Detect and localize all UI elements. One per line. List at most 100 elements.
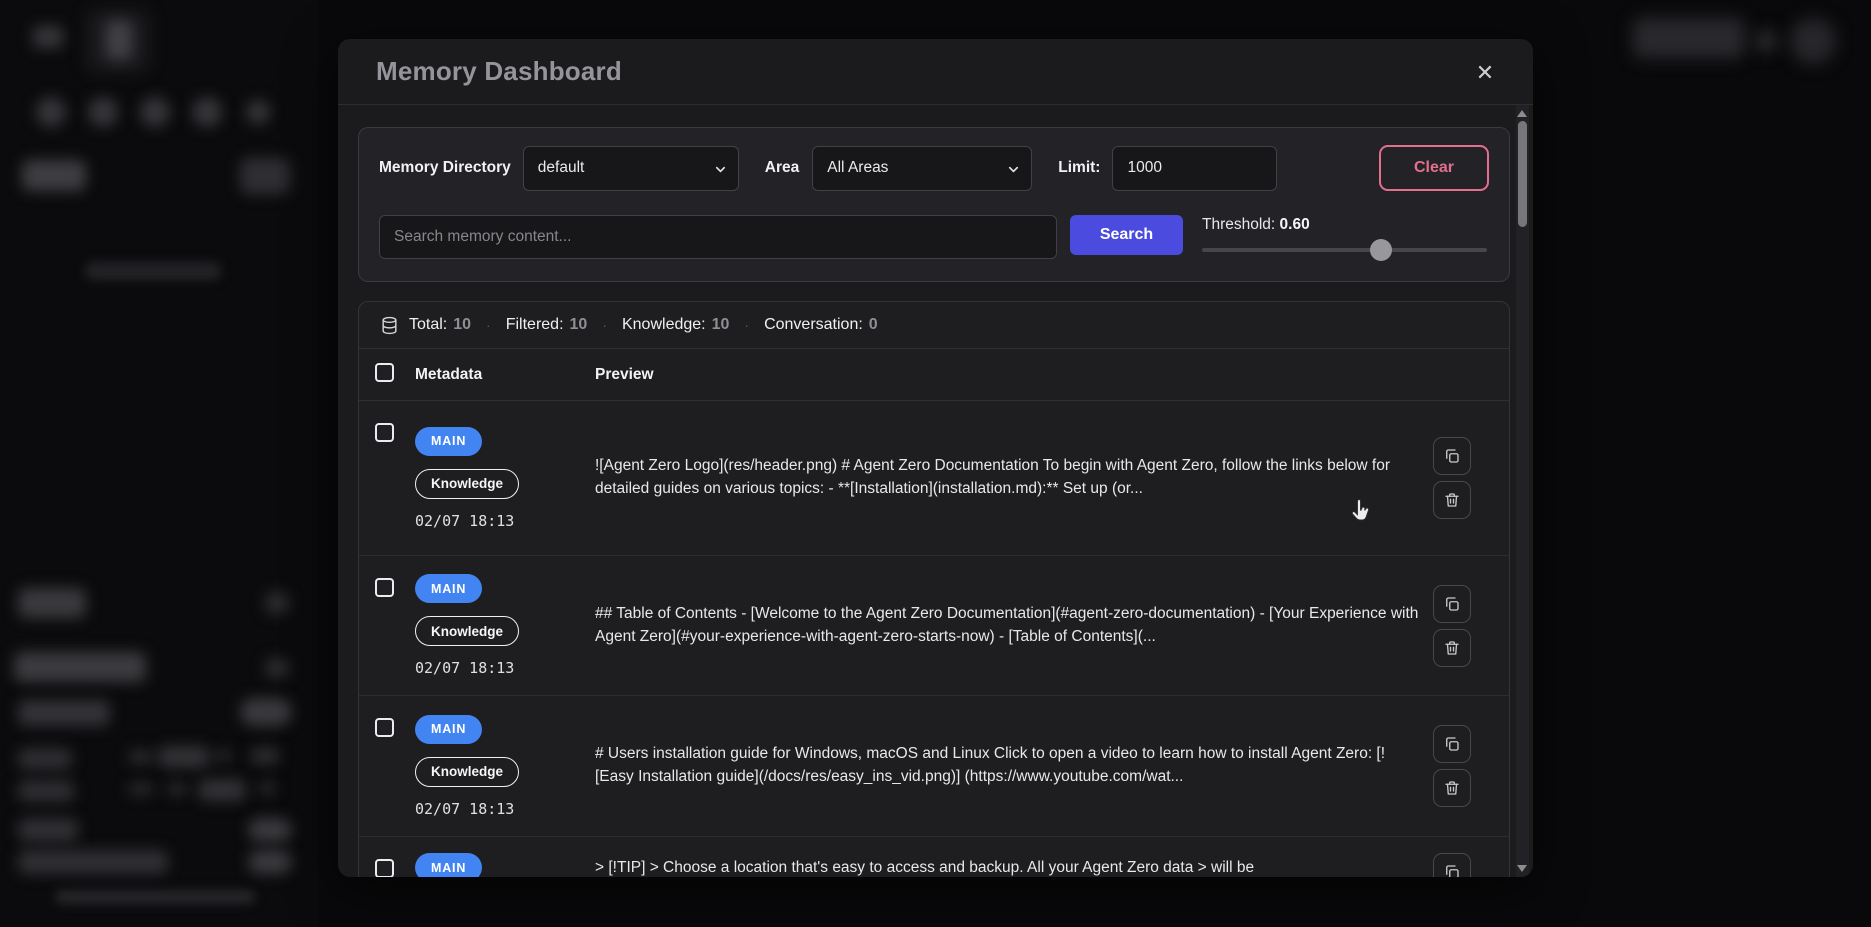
select-all-checkbox[interactable]: [375, 362, 394, 382]
database-icon: [380, 316, 399, 335]
row-checkbox[interactable]: [375, 718, 394, 737]
row-checkbox[interactable]: [375, 578, 394, 597]
total-label: Total:: [409, 316, 448, 333]
stat-separator: ·: [486, 317, 491, 333]
preferences-heading: [14, 652, 146, 682]
filter-row: Memory Directory default Area All Areas …: [379, 145, 1489, 191]
threshold-slider-thumb[interactable]: [1370, 239, 1393, 261]
knowledge-label: Knowledge:: [621, 316, 706, 333]
copy-button[interactable]: [1433, 584, 1471, 623]
pref-label: [18, 700, 110, 726]
delete-button[interactable]: [1433, 628, 1471, 667]
table-row: MAIN > [!TIP] > Choose a location that's…: [359, 837, 1509, 877]
pref-control: [250, 748, 280, 764]
knowledge-value: 10: [711, 316, 730, 333]
copy-button[interactable]: [1433, 853, 1471, 877]
row-checkbox[interactable]: [375, 423, 394, 442]
toggle-switch: [240, 698, 292, 726]
table-row: MAIN Knowledge 02/07 18:13 ![Agent Zero …: [359, 401, 1509, 556]
metadata-header: Metadata: [415, 365, 483, 383]
threshold-label: Threshold: 0.60: [1202, 216, 1310, 233]
area-select[interactable]: All Areas: [812, 145, 1033, 191]
modal-scrollbar[interactable]: [1516, 105, 1529, 877]
area-badge: MAIN: [415, 574, 483, 603]
scrollbar-thumb[interactable]: [1518, 121, 1527, 227]
new-chat-icon: [240, 158, 290, 194]
table-header-row: Metadata Preview: [359, 349, 1509, 401]
sidebar-icon: [140, 97, 170, 127]
stat-separator: ·: [744, 317, 750, 333]
agent-avatar-glyph: [105, 20, 133, 60]
area-badge: MAIN: [415, 714, 483, 744]
type-badge: Knowledge: [415, 756, 520, 787]
menu-icon: [33, 26, 63, 48]
limit-input[interactable]: [1112, 145, 1278, 191]
row-checkbox[interactable]: [375, 859, 394, 877]
area-value: All Areas: [827, 159, 889, 176]
pref-label: [18, 748, 72, 770]
preferences-icon: [265, 658, 289, 678]
table-row: MAIN Knowledge 02/07 18:13 # Users insta…: [359, 696, 1509, 837]
tasks-heading: [18, 588, 86, 618]
pref-control: [166, 783, 188, 795]
type-badge: Knowledge: [415, 616, 520, 646]
toggle-switch: [248, 818, 292, 842]
toggle-switch: [248, 850, 292, 874]
area-badge: MAIN: [415, 853, 483, 877]
pref-control: [258, 782, 276, 794]
area-label: Area: [764, 159, 800, 176]
threshold-slider[interactable]: [1202, 239, 1487, 261]
sidebar-background: [0, 0, 318, 927]
threshold-value: 0.60: [1279, 216, 1310, 233]
preview-text: ## Table of Contents - [Welcome to the A…: [595, 604, 1419, 645]
filtered-value: 10: [569, 316, 588, 333]
user-avatar: [1790, 18, 1836, 64]
memory-directory-select[interactable]: default: [522, 145, 739, 191]
memory-dashboard-modal: Memory Dashboard ✕ Memory Directory defa…: [338, 39, 1533, 877]
delete-button[interactable]: [1433, 481, 1471, 519]
memory-directory-label: Memory Directory: [379, 159, 511, 176]
conversation-label: Conversation:: [764, 316, 863, 333]
preview-text: ![Agent Zero Logo](res/header.png) # Age…: [595, 457, 1390, 497]
pref-label: [18, 818, 78, 842]
scrollbar-up-arrow[interactable]: [1517, 110, 1527, 117]
copy-button[interactable]: [1433, 437, 1471, 475]
search-row: Search Threshold: 0.60: [379, 215, 1489, 261]
sidebar-icon: [192, 97, 222, 127]
stat-separator: ·: [602, 317, 607, 333]
chevron-down-icon: [713, 162, 728, 182]
brand-logo-text: [1633, 18, 1745, 58]
sidebar-icon: [88, 97, 118, 127]
preview-text: > [!TIP] > Choose a location that's easy…: [595, 859, 1255, 876]
row-timestamp: 02/07 18:13: [415, 799, 515, 818]
limit-label: Limit:: [1058, 159, 1101, 176]
sidebar-icon: [246, 100, 270, 124]
scrollbar-down-arrow[interactable]: [1517, 865, 1527, 872]
filter-panel: Memory Directory default Area All Areas …: [358, 127, 1510, 282]
search-input[interactable]: [379, 215, 1057, 259]
area-badge: MAIN: [415, 426, 483, 456]
sidebar-footer-text: [55, 890, 255, 904]
total-value: 10: [453, 316, 472, 333]
filtered-label: Filtered:: [505, 316, 564, 333]
stats-bar: Total: 10 · Filtered: 10 · Knowledge: 10…: [359, 302, 1509, 349]
search-button[interactable]: Search: [1070, 215, 1183, 255]
chats-heading: [22, 160, 86, 191]
preview-text: # Users installation guide for Windows, …: [595, 745, 1386, 785]
row-timestamp: 02/07 18:13: [415, 659, 515, 677]
copy-button[interactable]: [1433, 725, 1471, 763]
pref-control: [214, 750, 232, 762]
modal-title: Memory Dashboard: [376, 56, 622, 86]
clear-button[interactable]: Clear: [1379, 145, 1489, 191]
pref-label: [18, 850, 168, 874]
chevron-down-icon: [1006, 162, 1021, 182]
close-button[interactable]: ✕: [1467, 55, 1503, 91]
results-panel: Total: 10 · Filtered: 10 · Knowledge: 10…: [358, 301, 1510, 877]
modal-header: Memory Dashboard ✕: [338, 39, 1533, 105]
delete-button[interactable]: [1433, 769, 1471, 807]
pref-control: [128, 783, 154, 795]
status-icon: [1755, 30, 1777, 52]
conversation-value: 0: [868, 316, 878, 333]
threshold-control: Threshold: 0.60: [1202, 215, 1487, 261]
memory-directory-value: default: [537, 159, 585, 176]
